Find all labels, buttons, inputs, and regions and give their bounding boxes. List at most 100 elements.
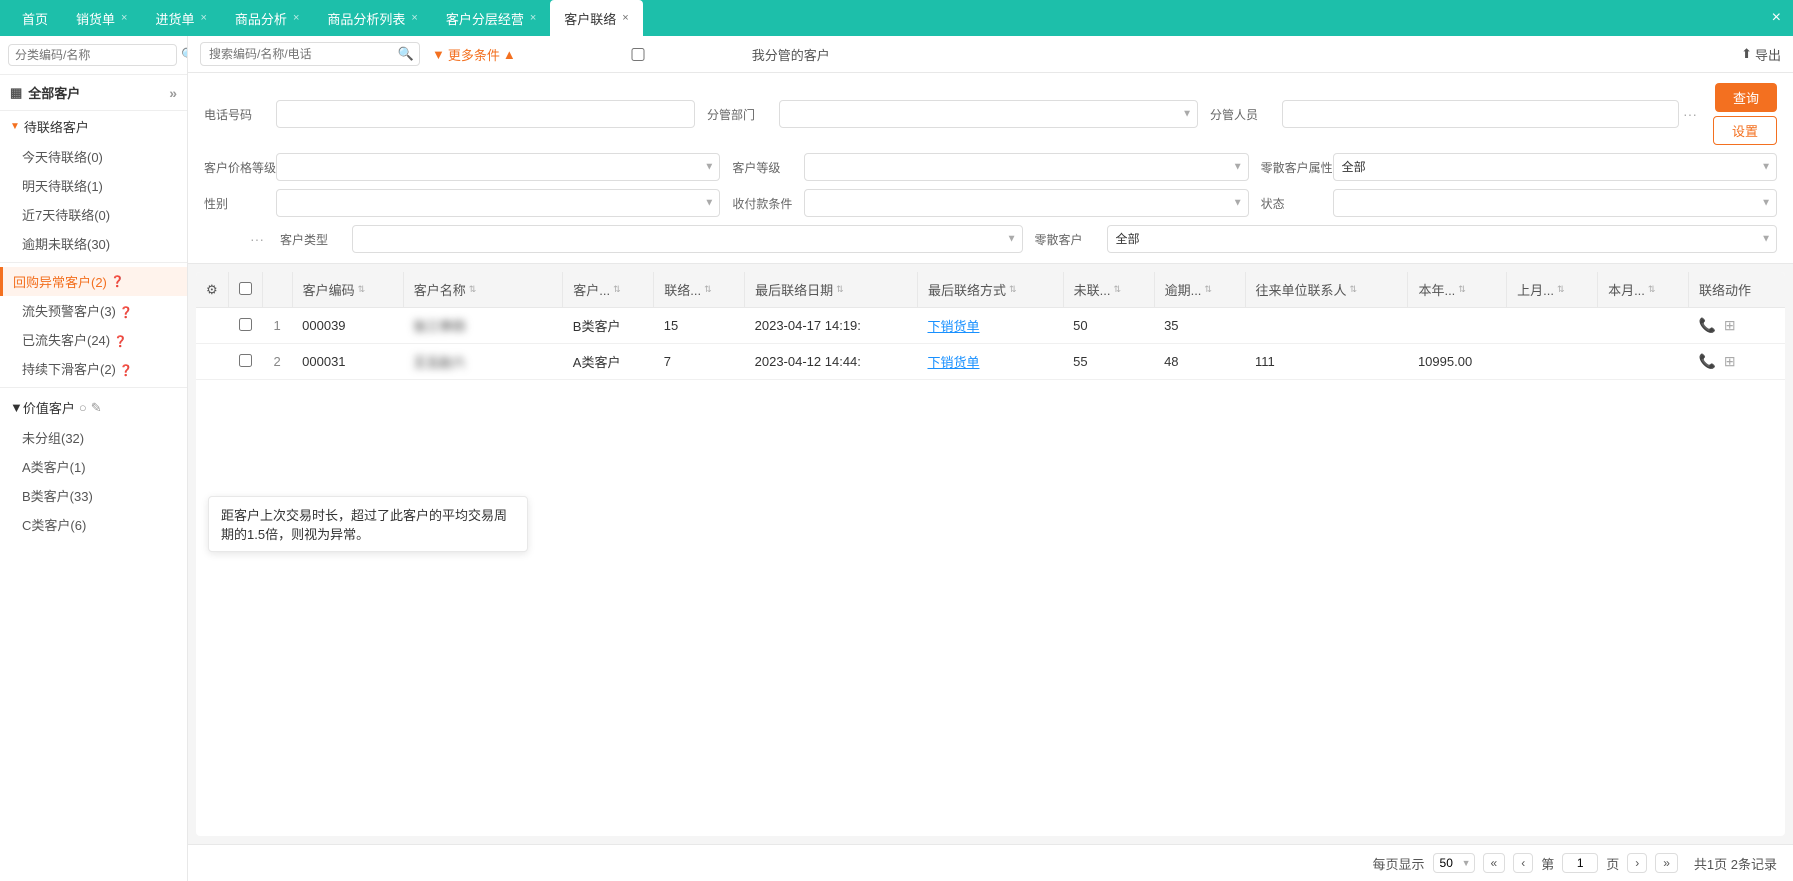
- export-button[interactable]: ⬆ 导出: [1741, 45, 1781, 64]
- prev-page-button[interactable]: ‹: [1513, 853, 1533, 873]
- overdue-sort-icon[interactable]: ⇅: [1204, 284, 1212, 295]
- retail-attr-select[interactable]: 全部: [1333, 153, 1777, 181]
- sidebar-tomorrow-label: 明天待联络(1): [22, 179, 103, 194]
- page-input[interactable]: [1562, 853, 1598, 873]
- sidebar-item-c-class[interactable]: C类客户(6): [0, 510, 187, 539]
- sidebar-item-today[interactable]: 今天待联络(0): [0, 142, 187, 171]
- sidebar-item-churn-warning[interactable]: 流失预警客户(3) ❓: [0, 296, 187, 325]
- person-dots-button[interactable]: ···: [1679, 106, 1701, 122]
- more-filters-label: 更多条件: [448, 45, 500, 64]
- sidebar-item-declining[interactable]: 持续下滑客户(2) ❓: [0, 354, 187, 383]
- last-method-sort-icon[interactable]: ⇅: [1009, 284, 1017, 295]
- nav-product-analysis[interactable]: 商品分析 ×: [221, 0, 313, 36]
- nav-customer-contact[interactable]: 客户联络 ×: [550, 0, 642, 36]
- gender-label: 性别: [204, 195, 276, 212]
- col-overdue-label: 逾期...: [1165, 280, 1202, 299]
- settings-button[interactable]: 设置: [1713, 116, 1777, 145]
- row1-overdue: 35: [1154, 308, 1245, 344]
- nav-customer-contact-close[interactable]: ×: [622, 12, 628, 24]
- sidebar-all-customers-header[interactable]: ▦ 全部客户 »: [0, 75, 187, 111]
- row1-check[interactable]: [239, 318, 252, 331]
- last-page-button[interactable]: »: [1655, 853, 1678, 873]
- filter-row-3: 性别 ▼ 收付款条件 ▼ 状态: [204, 189, 1777, 217]
- row2-grid-icon[interactable]: ⊞: [1724, 353, 1736, 370]
- main-search-input[interactable]: [200, 42, 420, 66]
- no-contact-sort-icon[interactable]: ⇅: [1114, 284, 1122, 295]
- price-level-select[interactable]: [276, 153, 720, 181]
- customer-type-select[interactable]: [352, 225, 1023, 253]
- gender-select[interactable]: [276, 189, 720, 217]
- nav-product-analysis-close[interactable]: ×: [293, 12, 299, 24]
- select-all-checkbox[interactable]: [239, 282, 252, 295]
- last-month-sort-icon[interactable]: ⇅: [1557, 284, 1565, 295]
- phone-input[interactable]: [276, 100, 695, 128]
- sidebar-item-a-class[interactable]: A类客户(1): [0, 452, 187, 481]
- grid-icon: ▦: [10, 85, 22, 101]
- first-page-button[interactable]: «: [1483, 853, 1506, 873]
- code-sort-icon[interactable]: ⇅: [358, 284, 366, 295]
- edit-icon[interactable]: ✎: [91, 400, 102, 416]
- nav-purchase[interactable]: 进货单 ×: [141, 0, 220, 36]
- level-sort-icon[interactable]: ⇅: [613, 284, 621, 295]
- nav-product-analysis-list-close[interactable]: ×: [411, 12, 417, 24]
- status-select[interactable]: [1333, 189, 1777, 217]
- person-input[interactable]: [1282, 100, 1679, 128]
- circle-icon[interactable]: ○: [79, 400, 87, 415]
- filter-row-1: 电话号码 分管部门 ▼ 分管人员: [204, 83, 1777, 145]
- row2-last-method-link[interactable]: 下销货单: [927, 355, 979, 370]
- col-code-label: 客户编码: [303, 280, 355, 299]
- nav-customer-tier[interactable]: 客户分层经营 ×: [432, 0, 550, 36]
- my-customer-checkbox-area[interactable]: 我分管的客户: [528, 45, 830, 64]
- gear-icon[interactable]: ⚙: [206, 282, 218, 297]
- sidebar-search-input[interactable]: [8, 44, 177, 66]
- nav-customer-tier-close[interactable]: ×: [530, 12, 536, 24]
- row1-grid-icon[interactable]: ⊞: [1724, 317, 1736, 334]
- nav-sales-close[interactable]: ×: [121, 12, 127, 24]
- sidebar-search-icon[interactable]: 🔍: [181, 47, 188, 63]
- row4-dots[interactable]: ···: [246, 231, 268, 247]
- row2-check[interactable]: [239, 354, 252, 367]
- sidebar-pending-group[interactable]: ▼ 待联络客户: [0, 111, 187, 142]
- sidebar-item-ungroup[interactable]: 未分组(32): [0, 423, 187, 452]
- filter-retail-attr: 零散客户属性 全部 ▼: [1261, 153, 1777, 181]
- b-class-label: B类客户(33): [22, 489, 93, 504]
- row1-phone-icon[interactable]: 📞: [1698, 317, 1715, 334]
- sidebar-item-overdue[interactable]: 逾期未联络(30): [0, 229, 187, 258]
- this-year-sort-icon[interactable]: ⇅: [1458, 284, 1466, 295]
- gender-wrap: ▼: [276, 189, 720, 217]
- close-all-button[interactable]: ×: [1772, 9, 1781, 27]
- this-month-sort-icon[interactable]: ⇅: [1648, 284, 1656, 295]
- person-label: 分管人员: [1210, 106, 1282, 123]
- pending-arrow-icon: ▼: [10, 121, 20, 132]
- row2-phone-icon[interactable]: 📞: [1698, 353, 1715, 370]
- pay-terms-select[interactable]: [804, 189, 1248, 217]
- more-filters-button[interactable]: ▼ 更多条件 ▲: [432, 45, 516, 64]
- main-search-icon[interactable]: 🔍: [398, 46, 414, 62]
- row1-no-contact: 50: [1063, 308, 1154, 344]
- unit-contact-sort-icon[interactable]: ⇅: [1350, 284, 1358, 295]
- nav-sales[interactable]: 销货单 ×: [62, 0, 141, 36]
- contact-sort-icon[interactable]: ⇅: [704, 284, 712, 295]
- customer-level-select[interactable]: [804, 153, 1248, 181]
- page-size-select[interactable]: 50: [1433, 853, 1475, 873]
- nav-purchase-close[interactable]: ×: [200, 12, 206, 24]
- row2-name: 王五赵六: [403, 344, 563, 380]
- sidebar-item-rebuy-abnormal[interactable]: 回购异常客户(2) ❓: [0, 267, 187, 296]
- sidebar-item-7days[interactable]: 近7天待联络(0): [0, 200, 187, 229]
- sidebar-collapse-icon[interactable]: »: [169, 85, 177, 101]
- last-date-sort-icon[interactable]: ⇅: [836, 284, 844, 295]
- next-page-button[interactable]: ›: [1627, 853, 1647, 873]
- sidebar-item-b-class[interactable]: B类客户(33): [0, 481, 187, 510]
- sidebar-item-churned[interactable]: 已流失客户(24) ❓: [0, 325, 187, 354]
- sidebar-item-tomorrow[interactable]: 明天待联络(1): [0, 171, 187, 200]
- name-sort-icon[interactable]: ⇅: [469, 284, 477, 295]
- query-button[interactable]: 查询: [1715, 83, 1777, 112]
- row2-checkbox: [228, 344, 262, 380]
- dept-select[interactable]: [779, 100, 1198, 128]
- row2-this-month: [1598, 344, 1689, 380]
- nav-product-analysis-list[interactable]: 商品分析列表 ×: [313, 0, 431, 36]
- my-customer-checkbox[interactable]: [528, 48, 748, 61]
- retail-customer-select[interactable]: 全部: [1107, 225, 1778, 253]
- row1-last-method-link[interactable]: 下销货单: [927, 319, 979, 334]
- nav-home[interactable]: 首页: [8, 0, 62, 36]
